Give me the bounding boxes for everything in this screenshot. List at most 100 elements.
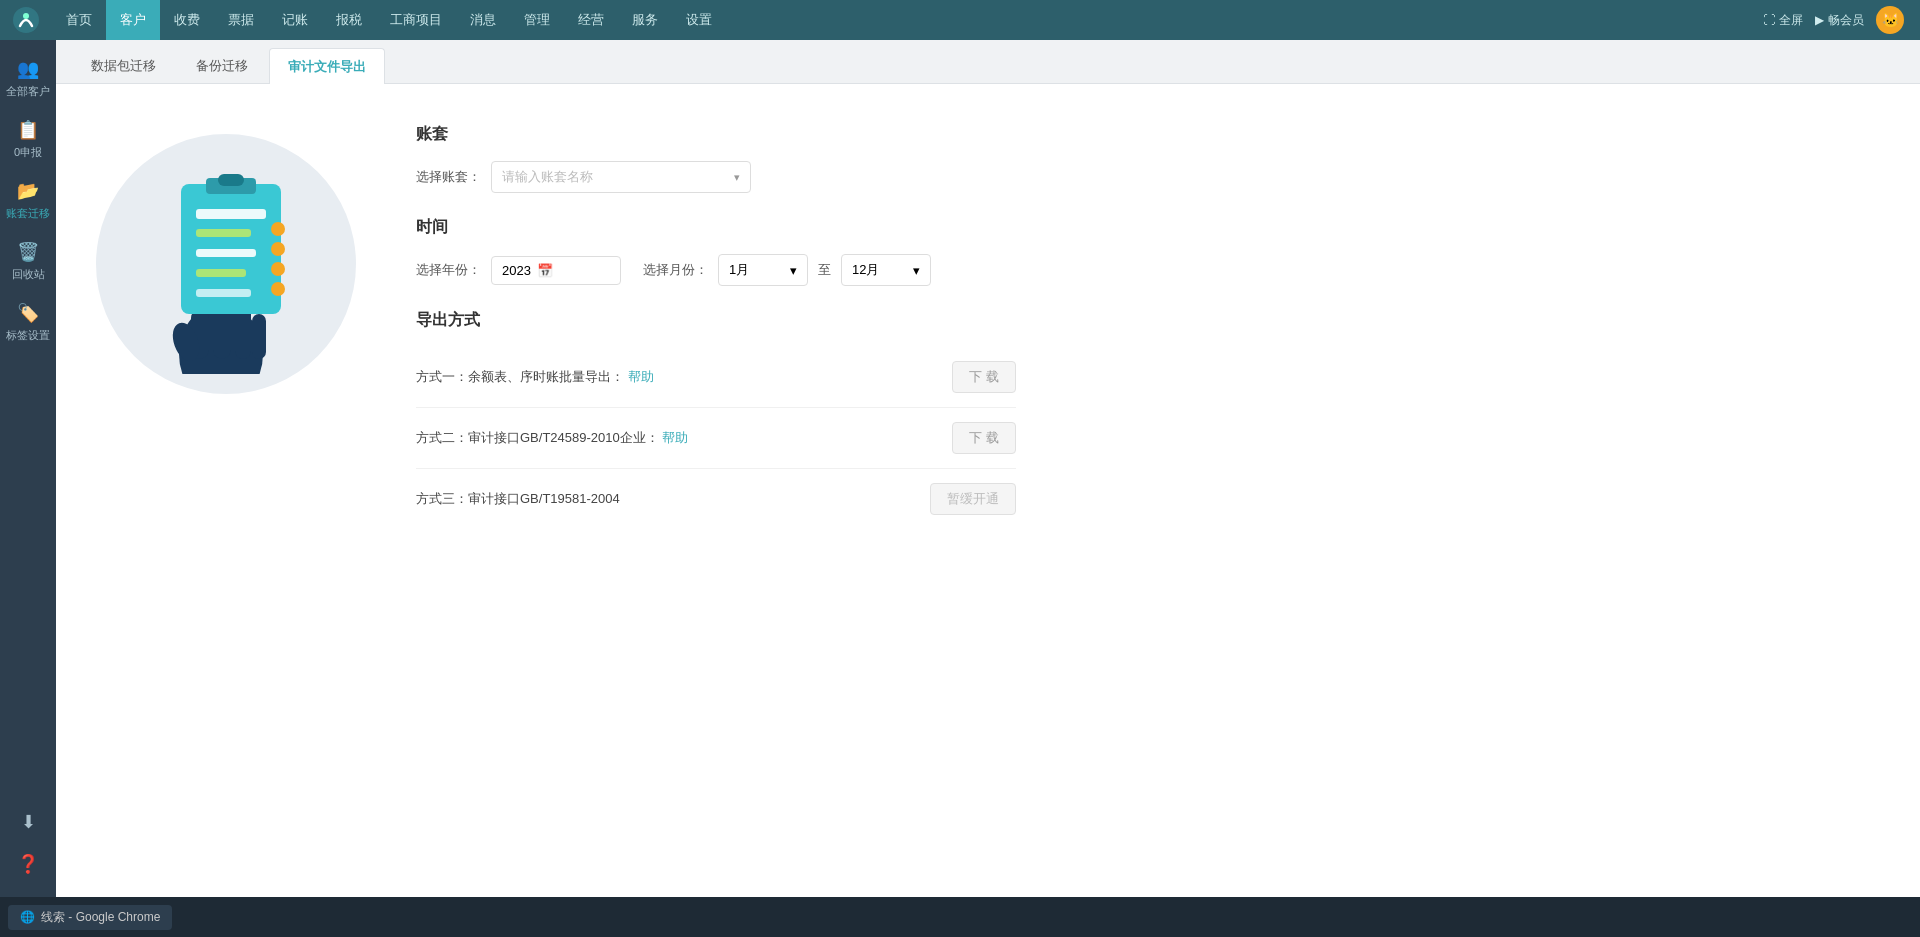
vip-icon: ▶ [1815, 13, 1824, 27]
illustration-area [96, 114, 356, 867]
nav-menu: 首页 客户 收费 票据 记账 报税 工商项目 消息 管理 经营 服务 设置 [52, 0, 726, 40]
export-section: 导出方式 方式一：余额表、序时账批量导出： 帮助 下 载 方式二：审计接口GB/… [416, 310, 1016, 529]
time-section-title: 时间 [416, 217, 1016, 238]
download-bottom-icon[interactable]: ⬇ [15, 805, 42, 839]
svg-rect-12 [196, 269, 246, 277]
tab-data-package[interactable]: 数据包迁移 [72, 47, 175, 83]
vip-button[interactable]: ▶ 畅会员 [1815, 12, 1864, 29]
sidebar: 👥 全部客户 📋 0申报 📂 账套迁移 🗑️ 回收站 🏷️ 标签设置 ⬇ ❓ [0, 40, 56, 897]
content-area: 数据包迁移 备份迁移 审计文件导出 [56, 40, 1920, 897]
fullscreen-label: 全屏 [1779, 12, 1803, 29]
sidebar-label-account-migrate: 账套迁移 [6, 206, 50, 221]
year-label: 选择年份： [416, 261, 481, 279]
main-layout: 👥 全部客户 📋 0申报 📂 账套迁移 🗑️ 回收站 🏷️ 标签设置 ⬇ ❓ 数… [0, 40, 1920, 897]
tag-settings-icon: 🏷️ [17, 302, 39, 324]
nav-service[interactable]: 服务 [618, 0, 672, 40]
svg-point-16 [271, 262, 285, 276]
account-select[interactable]: 请输入账套名称 ▾ [491, 161, 751, 193]
account-section-title: 账套 [416, 124, 1016, 145]
svg-point-15 [271, 242, 285, 256]
tab-audit-export[interactable]: 审计文件导出 [269, 48, 385, 84]
svg-rect-19 [218, 174, 244, 186]
recycle-icon: 🗑️ [17, 241, 39, 263]
month-end-value: 12月 [852, 261, 879, 279]
export-method-1: 方式一：余额表、序时账批量导出： 帮助 下 载 [416, 347, 1016, 408]
nav-home[interactable]: 首页 [52, 0, 106, 40]
month-label: 选择月份： [643, 261, 708, 279]
account-placeholder: 请输入账套名称 [502, 168, 593, 186]
app-logo [8, 2, 44, 38]
svg-rect-6 [252, 314, 266, 359]
account-migrate-icon: 📂 [17, 180, 39, 202]
export-method-2-label: 方式二：审计接口GB/T24589-2010企业： 帮助 [416, 429, 688, 447]
nav-accounting[interactable]: 记账 [268, 0, 322, 40]
time-row: 选择年份： 2023 📅 选择月份： 1月 ▾ 至 12月 ▾ [416, 254, 1016, 286]
year-value: 2023 [502, 263, 531, 278]
svg-point-17 [271, 282, 285, 296]
month-end-select[interactable]: 12月 ▾ [841, 254, 931, 286]
svg-rect-10 [196, 229, 251, 237]
taskbar-chrome-label: 线索 - Google Chrome [41, 909, 160, 926]
export-section-title: 导出方式 [416, 310, 1016, 331]
tab-backup-migrate[interactable]: 备份迁移 [177, 47, 267, 83]
taskbar-chrome-item[interactable]: 🌐 线索 - Google Chrome [8, 905, 172, 930]
illustration-svg [126, 154, 326, 374]
sidebar-label-zero-declare: 0申报 [14, 145, 42, 160]
svg-rect-11 [196, 249, 256, 257]
export-method-2: 方式二：审计接口GB/T24589-2010企业： 帮助 下 载 [416, 408, 1016, 469]
svg-point-1 [23, 13, 29, 19]
export-method-3-coming-soon-button[interactable]: 暂缓开通 [930, 483, 1016, 515]
nav-tax[interactable]: 报税 [322, 0, 376, 40]
nav-customer[interactable]: 客户 [106, 0, 160, 40]
sidebar-item-zero-declare[interactable]: 📋 0申报 [0, 109, 56, 170]
form-area: 账套 选择账套： 请输入账套名称 ▾ 时间 选择年份： 2023 📅 [416, 114, 1016, 867]
nav-message[interactable]: 消息 [456, 0, 510, 40]
sidebar-item-account-migrate[interactable]: 📂 账套迁移 [0, 170, 56, 231]
chevron-month-start-icon: ▾ [790, 263, 797, 278]
sidebar-bottom: ⬇ ❓ [11, 805, 45, 897]
nav-fee[interactable]: 收费 [160, 0, 214, 40]
all-customers-icon: 👥 [17, 58, 39, 80]
fullscreen-button[interactable]: ⛶ 全屏 [1763, 12, 1803, 29]
svg-point-14 [271, 222, 285, 236]
nav-business[interactable]: 工商项目 [376, 0, 456, 40]
sidebar-item-tag-settings[interactable]: 🏷️ 标签设置 [0, 292, 56, 353]
nav-manage[interactable]: 管理 [510, 0, 564, 40]
taskbar: 🌐 线索 - Google Chrome [0, 897, 1920, 937]
year-input[interactable]: 2023 📅 [491, 256, 621, 285]
account-label: 选择账套： [416, 168, 481, 186]
account-row: 选择账套： 请输入账套名称 ▾ [416, 161, 1016, 193]
illustration-circle [96, 134, 356, 394]
export-method-2-help[interactable]: 帮助 [662, 430, 688, 445]
export-method-1-help[interactable]: 帮助 [628, 369, 654, 384]
month-start-value: 1月 [729, 261, 749, 279]
export-method-1-label: 方式一：余额表、序时账批量导出： 帮助 [416, 368, 654, 386]
top-navigation: 首页 客户 收费 票据 记账 报税 工商项目 消息 管理 经营 服务 设置 ⛶ … [0, 0, 1920, 40]
zero-declare-icon: 📋 [17, 119, 39, 141]
svg-rect-13 [196, 289, 251, 297]
export-method-3-label: 方式三：审计接口GB/T19581-2004 [416, 490, 620, 508]
tabs-bar: 数据包迁移 备份迁移 审计文件导出 [56, 40, 1920, 84]
month-start-select[interactable]: 1月 ▾ [718, 254, 808, 286]
nav-operation[interactable]: 经营 [564, 0, 618, 40]
sidebar-item-all-customers[interactable]: 👥 全部客户 [0, 48, 56, 109]
help-bottom-icon[interactable]: ❓ [11, 847, 45, 881]
export-method-3: 方式三：审计接口GB/T19581-2004 暂缓开通 [416, 469, 1016, 529]
fullscreen-icon: ⛶ [1763, 13, 1775, 27]
calendar-icon: 📅 [537, 263, 553, 278]
chrome-icon: 🌐 [20, 910, 35, 924]
nav-settings[interactable]: 设置 [672, 0, 726, 40]
export-method-1-download-button[interactable]: 下 载 [952, 361, 1016, 393]
avatar[interactable]: 🐱 [1876, 6, 1904, 34]
export-method-2-download-button[interactable]: 下 载 [952, 422, 1016, 454]
nav-invoice[interactable]: 票据 [214, 0, 268, 40]
chevron-down-icon: ▾ [734, 171, 740, 184]
vip-label: 畅会员 [1828, 12, 1864, 29]
time-separator: 至 [818, 261, 831, 279]
sidebar-label-tag-settings: 标签设置 [6, 328, 50, 343]
svg-rect-9 [196, 209, 266, 219]
sidebar-item-recycle[interactable]: 🗑️ 回收站 [0, 231, 56, 292]
sidebar-label-recycle: 回收站 [12, 267, 45, 282]
sidebar-label-all-customers: 全部客户 [6, 84, 50, 99]
chevron-month-end-icon: ▾ [913, 263, 920, 278]
